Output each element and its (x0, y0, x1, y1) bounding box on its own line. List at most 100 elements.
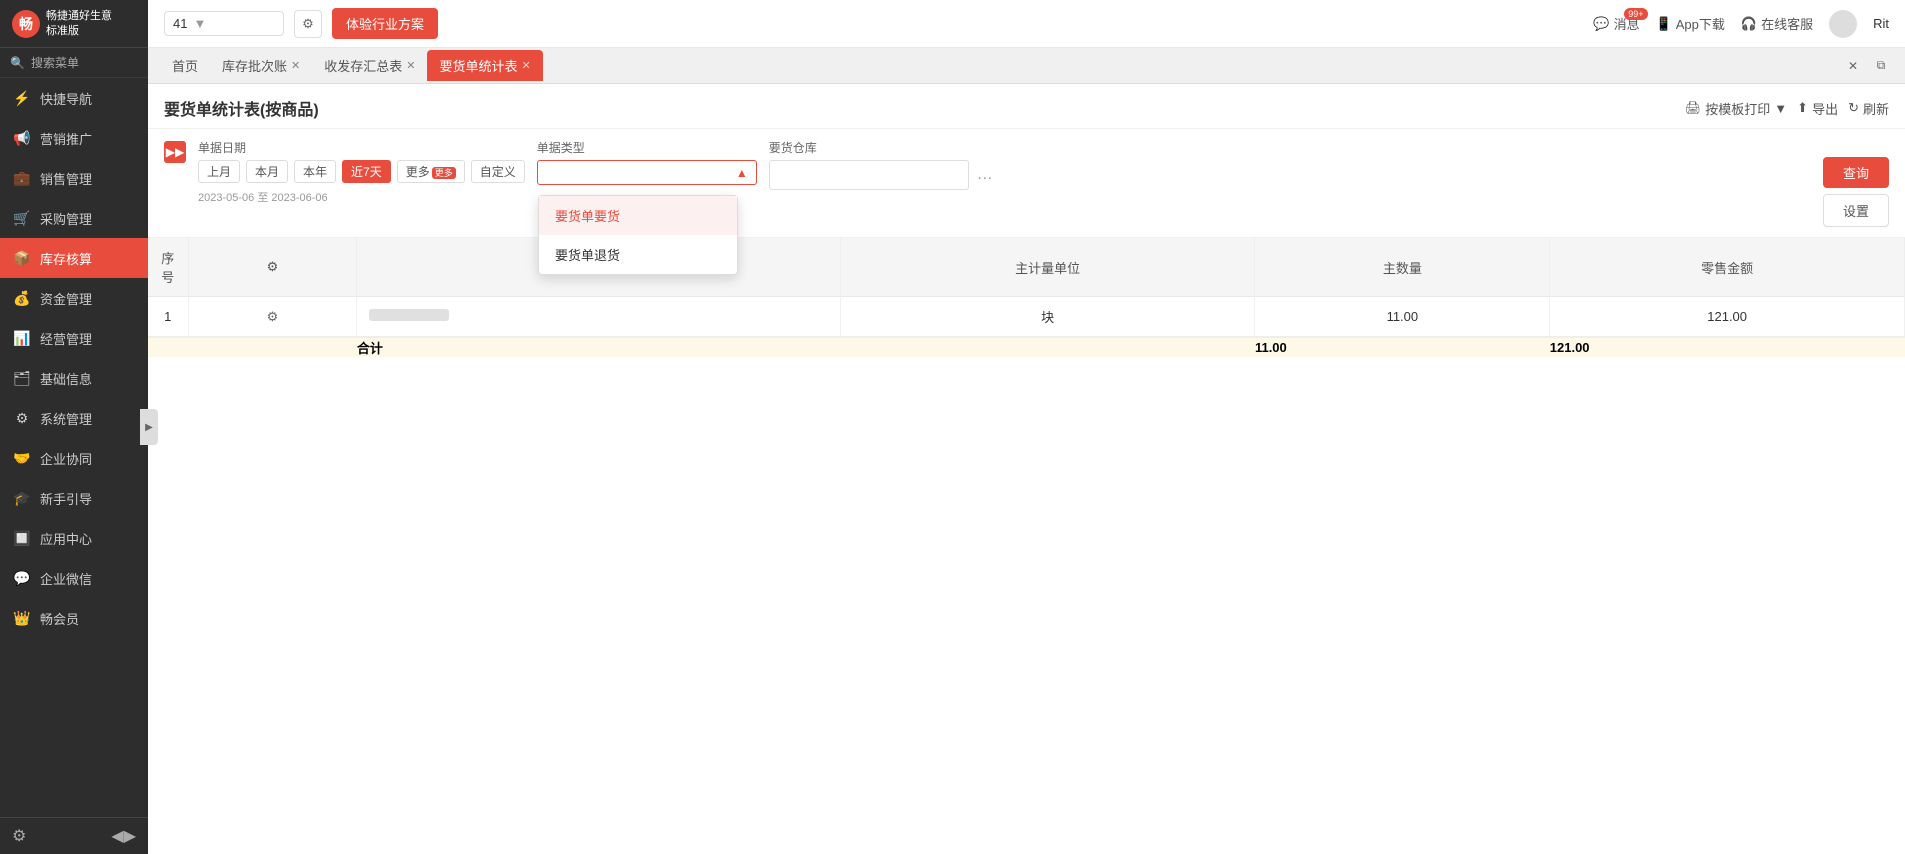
row-settings[interactable]: ⚙ (188, 297, 357, 338)
date-filter-group: 单据日期 上月本月本年近7天更多更多自定义 2023-05-06 至 2023-… (198, 139, 525, 205)
tab-close-kucun-pi[interactable]: ✕ (291, 59, 300, 72)
warehouse-filter-group: 要货仓库 … (769, 139, 997, 190)
tab-shoufa-hui[interactable]: 收发存汇总表 ✕ (312, 50, 427, 81)
sidebar-item-xinshou[interactable]: 🎓新手引导 (0, 478, 148, 518)
more-filter-button[interactable]: … (973, 162, 997, 188)
store-dropdown-arrow: ▼ (193, 16, 206, 31)
warehouse-select[interactable] (769, 160, 969, 190)
sidebar-item-xiaoshou[interactable]: 💼销售管理 (0, 158, 148, 198)
sidebar-label-xinshou: 新手引导 (40, 489, 92, 508)
sidebar-item-yingxiao[interactable]: 📢营销推广 (0, 118, 148, 158)
print-arrow: ▼ (1774, 101, 1787, 116)
app-download-button[interactable]: 📱 App下载 (1656, 14, 1725, 33)
date-btn-ben[interactable]: 本月 (246, 160, 288, 183)
sidebar-logo: 畅 畅捷通好生意 标准版 (0, 0, 148, 48)
filter-expand-button[interactable]: ▶▶ (164, 141, 186, 163)
sidebar-search[interactable]: 🔍 搜索菜单 (0, 48, 148, 78)
sidebar-item-yingyong[interactable]: 🔲应用中心 (0, 518, 148, 558)
sidebar-icon-xitong: ⚙ (12, 408, 32, 428)
tab-label-kucun-pi: 库存批次账 (222, 56, 287, 75)
warehouse-filter-label: 要货仓库 (769, 139, 997, 156)
date-btn-jin7[interactable]: 近7天 (342, 160, 391, 183)
total-amount: 121.00 (1550, 337, 1905, 357)
sidebar-item-qiye[interactable]: 🤝企业协同 (0, 438, 148, 478)
sidebar-bottom: ⚙ ◀▶ (0, 817, 148, 854)
type-select-input[interactable]: ▲ (537, 160, 757, 185)
tab-close-shoufa-hui[interactable]: ✕ (406, 59, 415, 72)
tab-yaohuo-tong[interactable]: 要货单统计表 ✕ (427, 50, 542, 81)
table-header-row: 序号⚙商品主计量单位主数量零售金额 (148, 238, 1905, 297)
gear-button[interactable]: ⚙ (294, 10, 322, 38)
sidebar-label-huiyuan: 畅会员 (40, 609, 79, 628)
tab-home[interactable]: 首页 (160, 50, 210, 81)
page-header: 要货单统计表(按商品) 🖨 按模板打印 ▼ ⬆ 导出 ↻ 刷新 (148, 84, 1905, 129)
industry-button[interactable]: 体验行业方案 (332, 8, 438, 39)
refresh-button[interactable]: ↻ 刷新 (1848, 99, 1889, 118)
sidebar-icon-yingxiao: 📢 (12, 128, 32, 148)
dropdown-item-yaohuo_dan[interactable]: 要货单要货 (539, 196, 737, 235)
tab-close-yaohuo-tong[interactable]: ✕ (522, 59, 531, 72)
topbar-left: 41 ▼ ⚙ 体验行业方案 (164, 8, 438, 39)
page-title: 要货单统计表(按商品) (164, 96, 319, 120)
col-settings: ⚙ (188, 238, 357, 297)
sidebar-item-kucun[interactable]: 📦库存核算 (0, 238, 148, 278)
sidebar-label-xiaoshou: 销售管理 (40, 169, 92, 188)
support-icon: 🎧 (1741, 16, 1757, 32)
query-button[interactable]: 查询 (1823, 157, 1889, 188)
total-row: 合计 11.00 121.00 (148, 337, 1905, 357)
logo-icon: 畅 (12, 10, 40, 38)
sidebar-item-zijin[interactable]: 💰资金管理 (0, 278, 148, 318)
print-button[interactable]: 🖨 按模板打印 ▼ (1685, 99, 1787, 118)
dropdown-item-yaohuo_tui[interactable]: 要货单退货 (539, 235, 737, 274)
sidebar-icon-zijin: 💰 (12, 288, 32, 308)
sidebar-item-caigou[interactable]: 🛒 采购管理 (0, 198, 148, 238)
export-icon: ⬆ (1797, 100, 1808, 116)
row-product (357, 297, 841, 338)
type-input-field[interactable] (546, 165, 736, 180)
row-amount: 121.00 (1550, 297, 1905, 338)
user-avatar[interactable] (1829, 10, 1857, 38)
app-icon: 📱 (1656, 16, 1672, 32)
col-unit: 主计量单位 (840, 238, 1255, 297)
tab-label-home: 首页 (172, 56, 198, 75)
sidebar-icon-caigou: 🛒 (12, 208, 32, 228)
sidebar-item-jingying[interactable]: 📊经营管理 (0, 318, 148, 358)
sidebar-icon-qiye: 🤝 (12, 448, 32, 468)
set-button[interactable]: 设置 (1823, 194, 1889, 227)
type-filter-label: 单据类型 (537, 139, 757, 156)
collapse-icon[interactable]: ◀▶ (111, 826, 136, 846)
topbar: 41 ▼ ⚙ 体验行业方案 💬 消息 99+ 📱 App下载 🎧 在线客服 Ri… (148, 0, 1905, 48)
date-btn-ziding[interactable]: 自定义 (471, 160, 525, 183)
settings-bottom-icon[interactable]: ⚙ (12, 826, 26, 846)
tab-kucun-pi[interactable]: 库存批次账 ✕ (210, 50, 312, 81)
sidebar: 畅 畅捷通好生意 标准版 🔍 搜索菜单 ⚡ 快捷导航 📢营销推广💼销售管理 🛒 采购管理… (0, 0, 148, 854)
sidebar-item-jichu[interactable]: 🗂基础信息 (0, 358, 148, 398)
type-filter-group: 单据类型 ▲ (537, 139, 757, 185)
tab-window-expand[interactable]: ⧉ (1869, 54, 1893, 78)
sidebar-nav: ⚡ 快捷导航 📢营销推广💼销售管理 🛒 采购管理 📦库存核算💰资金管理📊经营管理🗂基础信息… (0, 78, 148, 817)
sidebar-label-kuaijie: 快捷导航 (40, 89, 92, 108)
sidebar-item-kuaijie[interactable]: ⚡ 快捷导航 (0, 78, 148, 118)
date-btn-shang[interactable]: 上月 (198, 160, 240, 183)
messages-button[interactable]: 💬 消息 99+ (1593, 14, 1639, 33)
support-button[interactable]: 🎧 在线客服 (1741, 14, 1813, 33)
sidebar-collapse-button[interactable]: ▶ (140, 409, 158, 445)
col-quantity: 主数量 (1255, 238, 1550, 297)
row-quantity: 11.00 (1255, 297, 1550, 338)
sidebar-item-wechat[interactable]: 💬企业微信 (0, 558, 148, 598)
sidebar-label-jingying: 经营管理 (40, 329, 92, 348)
type-dropdown-menu: 要货单要货要货单退货 (538, 195, 738, 275)
store-selector[interactable]: 41 ▼ (164, 11, 284, 36)
sidebar-item-huiyuan[interactable]: 👑畅会员 (0, 598, 148, 638)
date-btn-ben_nian[interactable]: 本年 (294, 160, 336, 183)
date-filter-label: 单据日期 (198, 139, 525, 156)
sidebar-item-xitong[interactable]: ⚙系统管理 (0, 398, 148, 438)
sidebar-icon-kuaijie: ⚡ (12, 88, 32, 108)
tab-close-all[interactable]: ✕ (1841, 54, 1865, 78)
tab-label-yaohuo-tong: 要货单统计表 (439, 56, 517, 75)
date-btn-geng_duo[interactable]: 更多更多 (397, 160, 465, 183)
table-container: 序号⚙商品主计量单位主数量零售金额 1 ⚙ 块 11.00 121.00 合计 … (148, 238, 1905, 854)
sidebar-label-caigou: 采购管理 (40, 209, 92, 228)
export-button[interactable]: ⬆ 导出 (1797, 99, 1838, 118)
sidebar-icon-yingyong: 🔲 (12, 528, 32, 548)
